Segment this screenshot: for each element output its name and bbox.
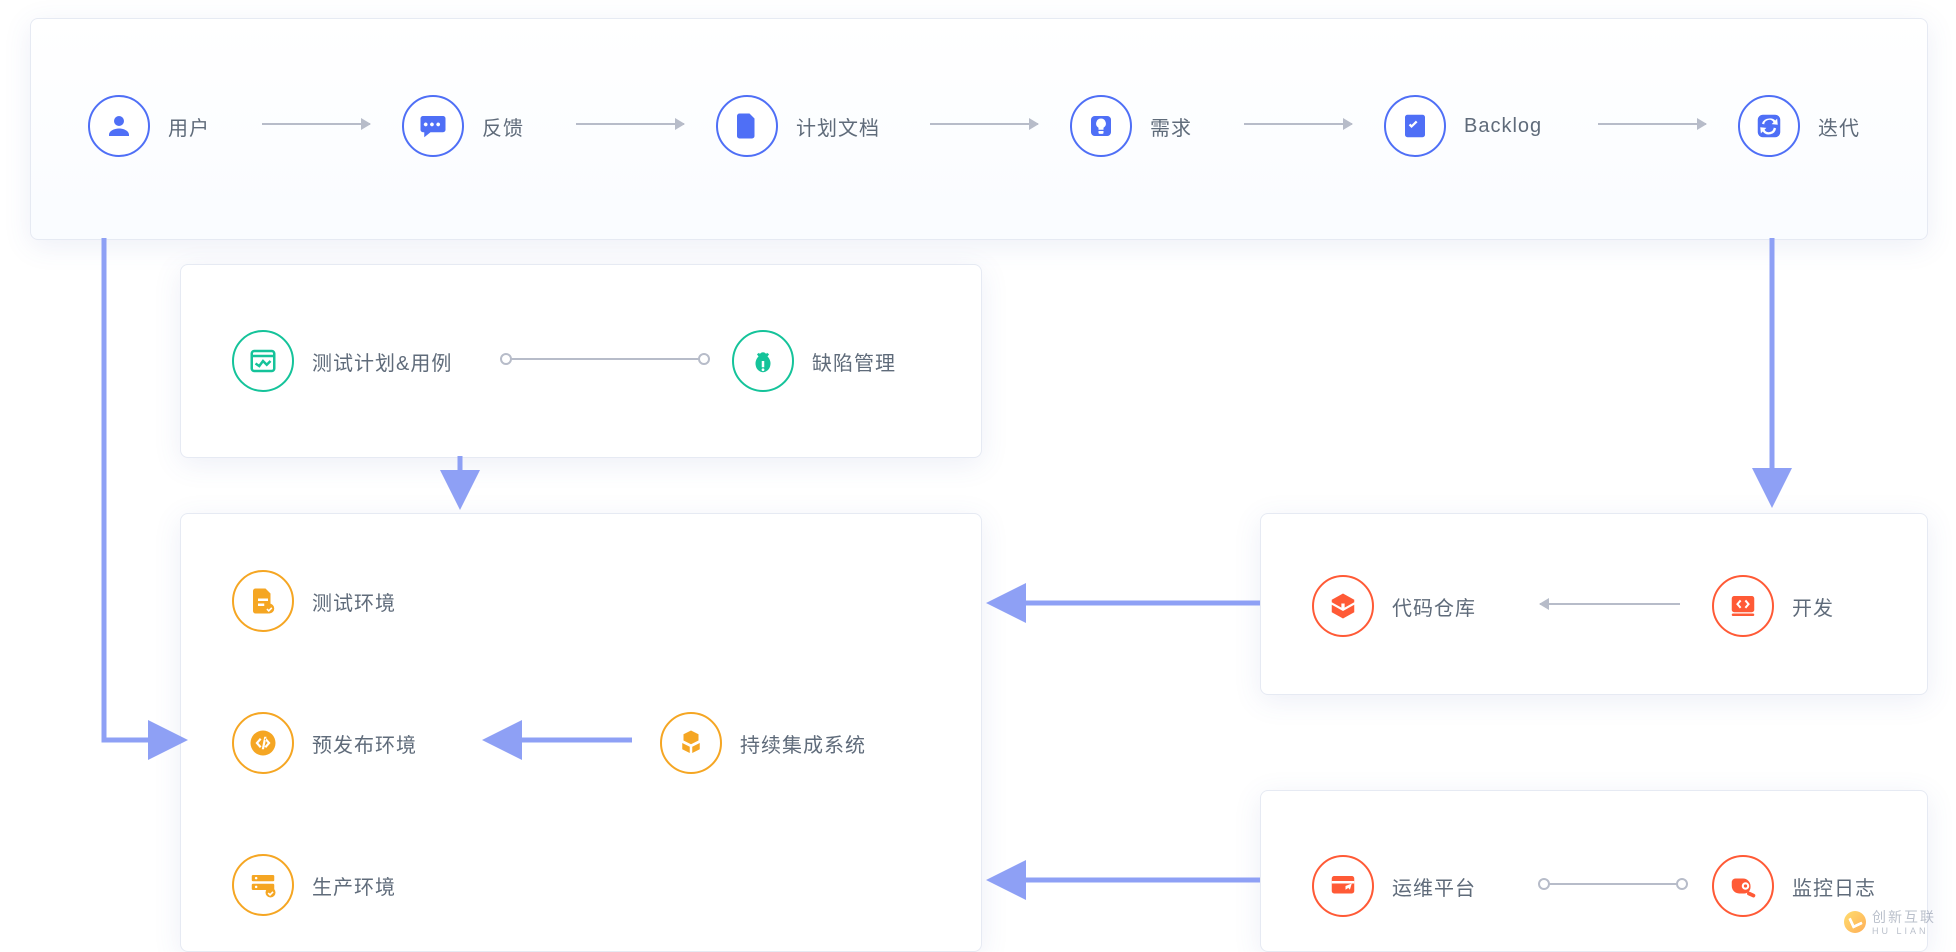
- node-ops: 运维平台: [1312, 855, 1476, 917]
- node-requirement: 需求: [1070, 95, 1192, 157]
- server-icon: [232, 854, 294, 916]
- ops-icon: [1312, 855, 1374, 917]
- connector-ops-monitor: [1548, 883, 1678, 885]
- label-test-plan: 测试计划&用例: [312, 347, 452, 376]
- node-iteration: 迭代: [1738, 95, 1860, 157]
- label-test-env: 测试环境: [312, 587, 396, 616]
- node-backlog: Backlog: [1384, 95, 1542, 157]
- feedback-icon: [402, 95, 464, 157]
- label-plan-doc: 计划文档: [796, 112, 880, 141]
- box-planning: [30, 18, 1928, 240]
- test-env-icon: [232, 570, 294, 632]
- label-dev: 开发: [1792, 592, 1834, 621]
- monitor-icon: [1712, 855, 1774, 917]
- bug-icon: [732, 330, 794, 392]
- node-test-env: 测试环境: [232, 570, 396, 632]
- arrow-backlog-iter: [1598, 123, 1706, 125]
- label-pre-release: 预发布环境: [312, 729, 417, 758]
- label-feedback: 反馈: [482, 112, 524, 141]
- label-repo: 代码仓库: [1392, 592, 1476, 621]
- label-defect: 缺陷管理: [812, 347, 896, 376]
- node-ci: 持续集成系统: [660, 712, 866, 774]
- node-pre-release: 预发布环境: [232, 712, 417, 774]
- label-ci: 持续集成系统: [740, 729, 866, 758]
- label-user: 用户: [168, 112, 210, 141]
- arrow-feedback-plan: [576, 123, 684, 125]
- node-defect: 缺陷管理: [732, 330, 896, 392]
- arrow-user-feedback: [262, 123, 370, 125]
- checklist-icon: [1384, 95, 1446, 157]
- label-requirement: 需求: [1150, 112, 1192, 141]
- repo-icon: [1312, 575, 1374, 637]
- watermark-brand: 创新互联: [1872, 909, 1936, 925]
- arrow-req-backlog: [1244, 123, 1352, 125]
- test-plan-icon: [232, 330, 294, 392]
- arrow-dev-repo: [1540, 603, 1680, 605]
- node-user: 用户: [88, 95, 210, 157]
- label-iteration: 迭代: [1818, 112, 1860, 141]
- label-backlog: Backlog: [1464, 115, 1542, 138]
- user-icon: [88, 95, 150, 157]
- label-monitor: 监控日志: [1792, 872, 1876, 901]
- ci-icon: [660, 712, 722, 774]
- node-test-plan: 测试计划&用例: [232, 330, 452, 392]
- node-feedback: 反馈: [402, 95, 524, 157]
- node-prod: 生产环境: [232, 854, 396, 916]
- flow-user-to-prerelease: [104, 238, 180, 740]
- node-dev: 开发: [1712, 575, 1834, 637]
- arrow-plan-req: [930, 123, 1038, 125]
- develop-icon: [1712, 575, 1774, 637]
- cycle-icon: [1738, 95, 1800, 157]
- label-prod: 生产环境: [312, 871, 396, 900]
- idea-icon: [1070, 95, 1132, 157]
- connector-test-defect: [510, 358, 700, 360]
- watermark: 创新互联 HU LIAN: [1844, 907, 1936, 936]
- watermark-icon: [1844, 911, 1866, 933]
- node-plan-doc: 计划文档: [716, 95, 880, 157]
- diagram-canvas: 用户 反馈 计划文档 需求 Backlog 迭代: [0, 0, 1956, 950]
- document-icon: [716, 95, 778, 157]
- node-repo: 代码仓库: [1312, 575, 1476, 637]
- watermark-sub: HU LIAN: [1872, 927, 1936, 936]
- label-ops: 运维平台: [1392, 872, 1476, 901]
- code-env-icon: [232, 712, 294, 774]
